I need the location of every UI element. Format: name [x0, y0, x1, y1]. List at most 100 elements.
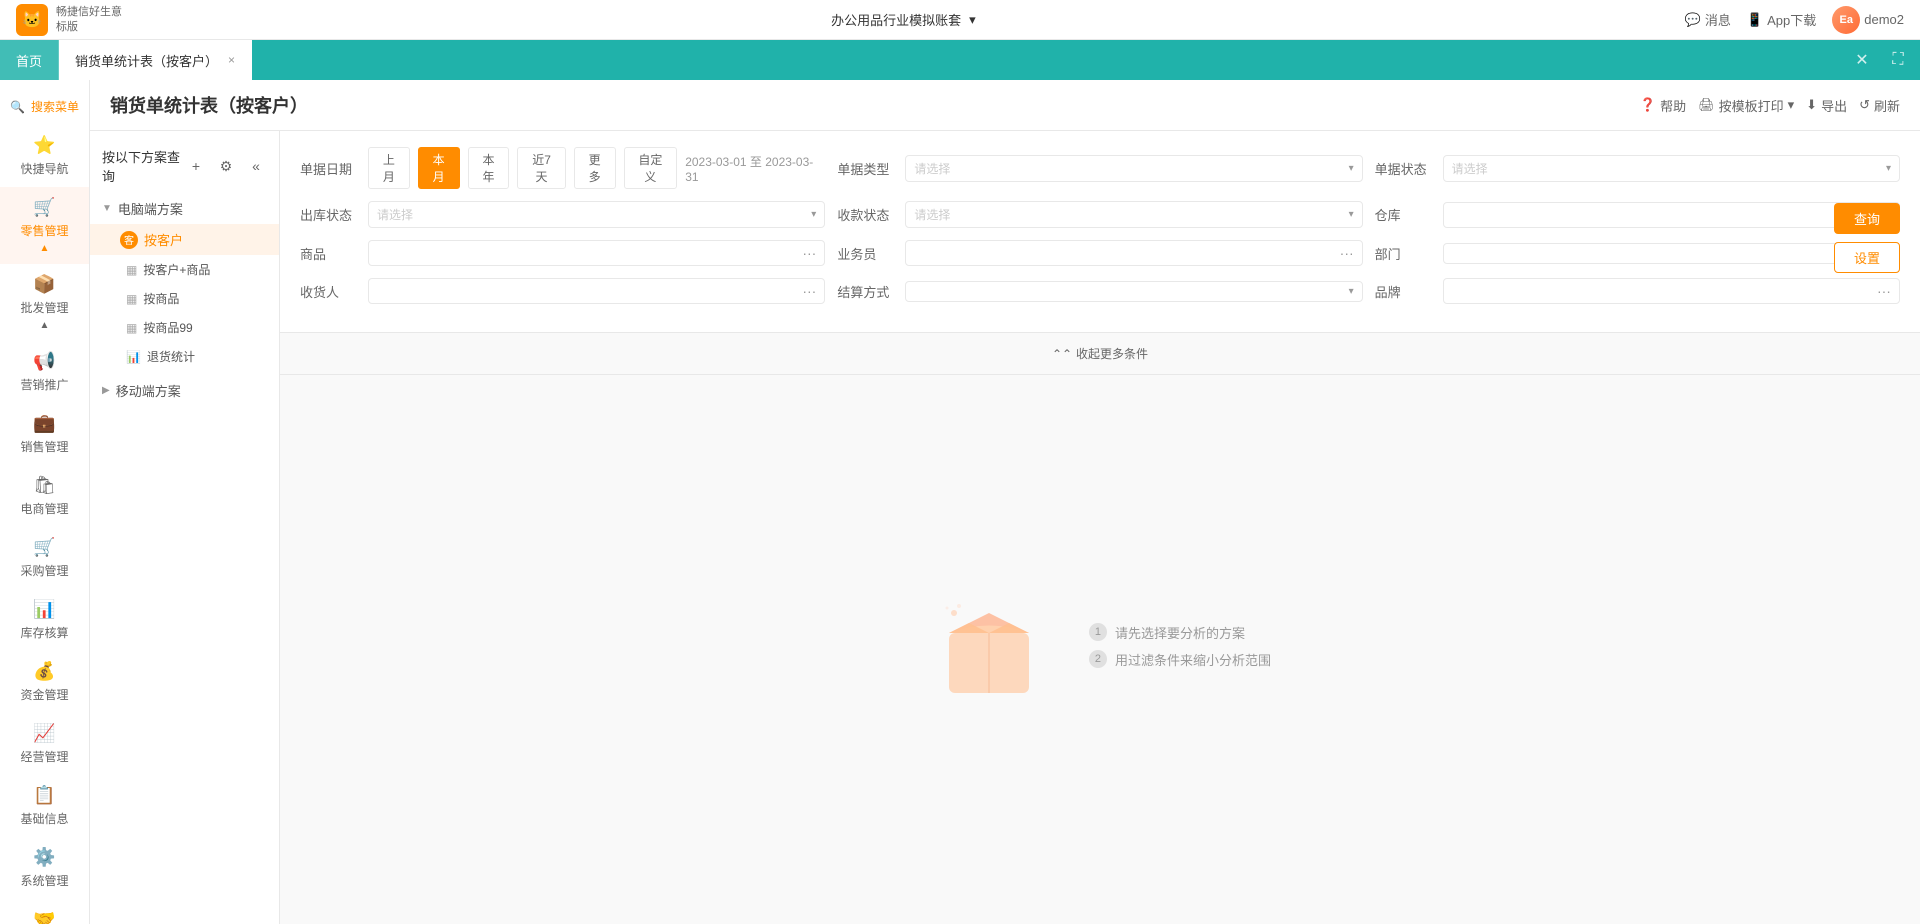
sidebar-item-wholesale[interactable]: 📦 批发管理 ▲ [0, 264, 89, 341]
sidebar-item-system[interactable]: ⚙️ 系统管理 [0, 837, 89, 899]
tab-active[interactable]: 销货单统计表（按客户） × [59, 40, 252, 80]
date-btn-this-year[interactable]: 本年 [468, 147, 510, 189]
bar-chart-icon: ▦ [126, 263, 137, 277]
search-menu-item[interactable]: 🔍 搜索菜单 [0, 88, 89, 125]
sidebar-item-operation[interactable]: 📈 经营管理 [0, 713, 89, 775]
sidebar-item-enterprise[interactable]: 🤝 企业协同 [0, 899, 89, 924]
tip-item-2: 2 用过滤条件来缩小分析范围 [1089, 650, 1271, 669]
page-title: 销货单统计表（按客户） [110, 92, 308, 130]
brand-dots-icon[interactable]: ··· [1877, 283, 1891, 299]
empty-state: 1 请先选择要分析的方案 2 用过滤条件来缩小分析范围 [929, 598, 1271, 701]
tree-group-desktop-header[interactable]: ▼ 电脑端方案 [90, 193, 279, 224]
sidebar-item-label-purchase: 采购管理 [20, 562, 68, 579]
brand-label: 品牌 [1375, 282, 1435, 301]
sidebar-item-label-retail: 零售管理 [20, 222, 68, 239]
goods99-icon: ▦ [126, 321, 137, 335]
query-btn[interactable]: 查询 [1834, 203, 1900, 234]
tab-home[interactable]: 首页 [0, 40, 59, 80]
type-dropdown-icon: ▾ [1349, 163, 1354, 174]
help-btn[interactable]: ❓ 帮助 [1640, 96, 1686, 115]
sidebar-item-label-wholesale: 批发管理 [20, 299, 68, 316]
doc-type-select[interactable]: 请选择 ▾ [905, 155, 1362, 182]
message-btn[interactable]: 💬 消息 [1685, 10, 1731, 29]
refresh-btn[interactable]: ↺ 刷新 [1859, 96, 1900, 115]
tip-text-2: 用过滤条件来缩小分析范围 [1115, 650, 1271, 669]
tree-item-by-goods99[interactable]: ▦ 按商品99 [90, 313, 279, 342]
tab-expand-btn[interactable]: ⛶ [1884, 46, 1912, 74]
phone-icon: 📱 [1747, 12, 1763, 28]
warehouse-select[interactable]: ··· [1443, 202, 1900, 228]
top-header: 🐱 畅捷信好生意 标版 办公用品行业模拟账套 ▾ 💬 消息 📱 App下载 Ea… [0, 0, 1920, 40]
enterprise-icon: 🤝 [33, 909, 55, 924]
collapse-btn[interactable]: ⌃⌃ 收起更多条件 [1036, 341, 1164, 366]
salesman-select[interactable]: ··· [905, 240, 1362, 266]
search-icon: 🔍 [10, 100, 25, 114]
empty-illustration [929, 598, 1049, 701]
user-btn[interactable]: Ea demo2 [1832, 6, 1904, 34]
inventory-icon: 📊 [33, 599, 55, 620]
dept-select[interactable]: ▾ [1443, 243, 1900, 264]
empty-svg [929, 598, 1049, 698]
pay-method-select[interactable]: ▾ [905, 281, 1362, 302]
sidebar-item-label-basic: 基础信息 [20, 810, 68, 827]
wholesale-arrow-icon: ▲ [40, 320, 50, 331]
desktop-arrow-icon: ▼ [102, 203, 112, 214]
receiver-dots-icon[interactable]: ··· [802, 283, 816, 299]
query-buttons: 查询 设置 [1834, 203, 1900, 273]
tree-item-by-customer-goods-label: 按客户+商品 [143, 261, 210, 278]
app-download-btn[interactable]: 📱 App下载 [1747, 10, 1816, 29]
pay-status-select[interactable]: 请选择 ▾ [905, 201, 1362, 228]
filter-cell-warehouse: 仓库 ··· [1375, 201, 1900, 228]
warehouse-label: 仓库 [1375, 205, 1435, 224]
date-btn-more[interactable]: 更多 [574, 147, 616, 189]
sidebar-item-marketing[interactable]: 📢 营销推广 [0, 341, 89, 403]
salesman-dots-icon[interactable]: ··· [1340, 245, 1354, 261]
settings-btn[interactable]: 设置 [1834, 242, 1900, 273]
sidebar-item-ecommerce[interactable]: 🛍 电商管理 [0, 465, 89, 527]
date-btn-7days[interactable]: 近7天 [517, 147, 565, 189]
date-btn-this-month[interactable]: 本月 [418, 147, 460, 189]
out-status-select[interactable]: 请选择 ▾ [368, 201, 825, 228]
print-btn[interactable]: 🖨 按模板打印 ▾ [1698, 96, 1794, 115]
sidebar-item-basic[interactable]: 📋 基础信息 [0, 775, 89, 837]
collapse-panel-btn[interactable]: « [245, 155, 267, 177]
sidebar-item-quicknav[interactable]: ⭐ 快捷导航 [0, 125, 89, 187]
tab-minimize-btn[interactable]: ✕ [1848, 46, 1876, 74]
sidebar-item-label-quicknav: 快捷导航 [20, 160, 68, 177]
filter-row-1: 单据日期 上月 本月 本年 近7天 更多 自定义 2023-03-01 至 20… [300, 147, 1900, 189]
return-icon: 📊 [126, 350, 141, 364]
tree-item-by-goods[interactable]: ▦ 按商品 [90, 284, 279, 313]
sidebar-item-finance[interactable]: 💰 资金管理 [0, 651, 89, 713]
sidebar-item-sales[interactable]: 💼 销售管理 [0, 403, 89, 465]
doc-status-select[interactable]: 请选择 ▾ [1443, 155, 1900, 182]
tree-item-by-customer[interactable]: 客 按客户 [90, 224, 279, 255]
tab-close-icon[interactable]: × [228, 53, 235, 67]
sidebar-item-label-inventory: 库存核算 [20, 624, 68, 641]
header-right: 💬 消息 📱 App下载 Ea demo2 [1685, 6, 1904, 34]
goods-label: 商品 [300, 244, 360, 263]
goods-select[interactable]: ··· [368, 240, 825, 266]
sidebar-item-inventory[interactable]: 📊 库存核算 [0, 589, 89, 651]
tree-item-by-customer-goods[interactable]: ▦ 按客户+商品 [90, 255, 279, 284]
collapse-row: ⌃⌃ 收起更多条件 [280, 333, 1920, 375]
filter-cell-date: 单据日期 上月 本月 本年 近7天 更多 自定义 2023-03-01 至 20… [300, 147, 825, 189]
tree-group-mobile-header[interactable]: ▶ 移动端方案 [90, 375, 279, 406]
filter-row-4: 收货人 ··· 结算方式 ▾ [300, 278, 1900, 304]
export-btn[interactable]: ⬇ 导出 [1806, 96, 1847, 115]
industry-selector[interactable]: 办公用品行业模拟账套 ▾ [122, 10, 1685, 29]
add-scheme-btn[interactable]: + [185, 155, 207, 177]
sidebar-item-label-ecommerce: 电商管理 [20, 500, 68, 517]
date-btn-custom[interactable]: 自定义 [624, 147, 678, 189]
filter-cell-salesman: 业务员 ··· [837, 240, 1362, 266]
scheme-panel-header: 按以下方案查询 + ⚙ « [90, 143, 279, 193]
goods-dots-icon[interactable]: ··· [802, 245, 816, 261]
sidebar-item-purchase[interactable]: 🛒 采购管理 [0, 527, 89, 589]
receiver-select[interactable]: ··· [368, 278, 825, 304]
tree-item-return-stats[interactable]: 📊 退货统计 [90, 342, 279, 371]
sidebar-item-retail[interactable]: 🛒 零售管理 ▲ [0, 187, 89, 264]
tab-active-label: 销货单统计表（按客户） [75, 51, 218, 70]
settings-scheme-btn[interactable]: ⚙ [215, 155, 237, 177]
print-dropdown-icon: ▾ [1788, 97, 1795, 113]
brand-select[interactable]: ··· [1443, 278, 1900, 304]
date-btn-last-month[interactable]: 上月 [368, 147, 410, 189]
